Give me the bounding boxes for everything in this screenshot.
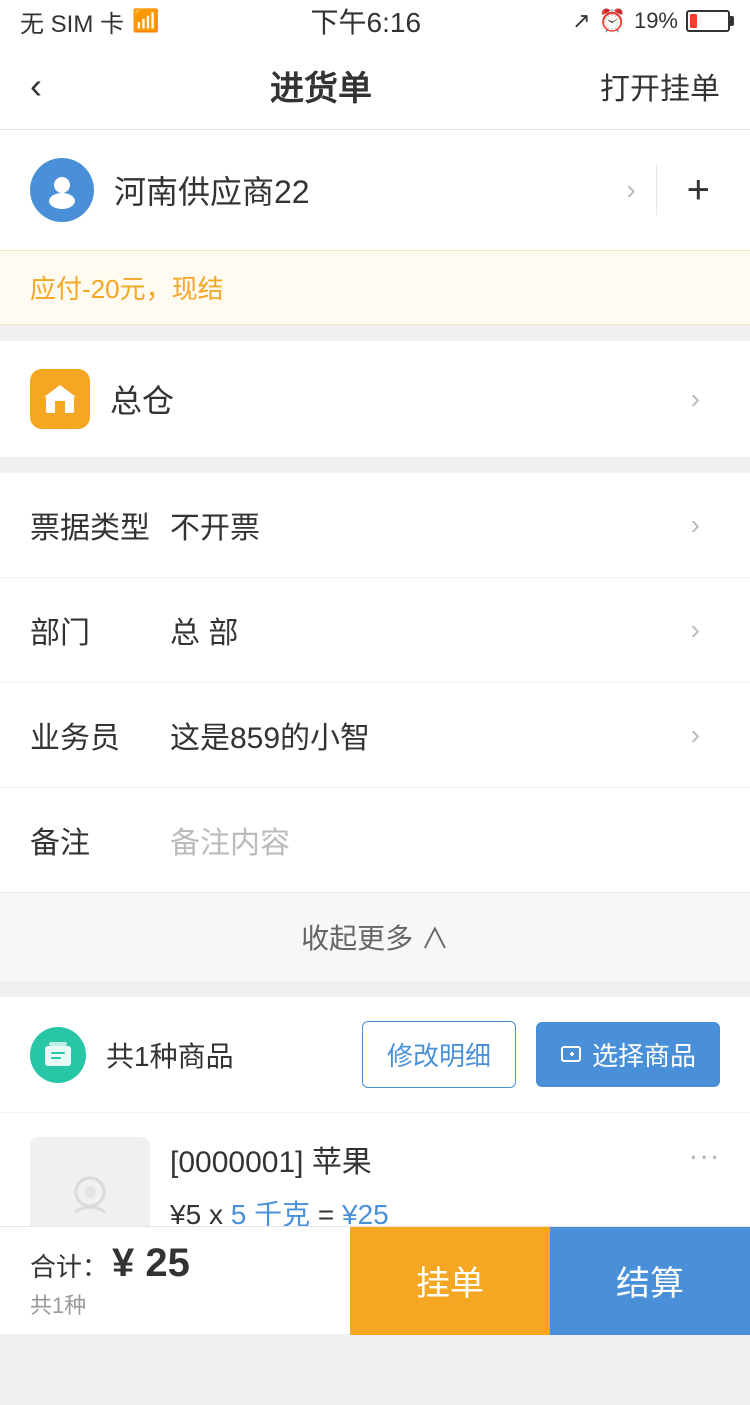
add-supplier-button[interactable]: + bbox=[677, 168, 720, 213]
product-more-button[interactable]: ··· bbox=[688, 1137, 720, 1174]
alarm-icon: ⏰ bbox=[599, 8, 626, 34]
hang-button[interactable]: 挂单 bbox=[350, 1227, 550, 1335]
remark-placeholder: 备注内容 bbox=[170, 818, 720, 862]
product-code: [0000001] bbox=[170, 1146, 303, 1179]
salesman-value: 这是859的小智 bbox=[170, 713, 691, 757]
carrier-label: 无 SIM 卡 bbox=[20, 4, 124, 39]
nav-bar: ‹ 进货单 打开挂单 bbox=[0, 42, 750, 130]
product-name: [0000001] 苹果 bbox=[170, 1137, 668, 1181]
time-label: 下午6:16 bbox=[311, 1, 422, 41]
edit-detail-button[interactable]: 修改明细 bbox=[362, 1021, 516, 1088]
status-bar: 无 SIM 卡 📶 下午6:16 ↗ ⏰ 19% bbox=[0, 0, 750, 42]
product-info: [0000001] 苹果 ¥5 x 5 千克 = ¥25 bbox=[170, 1137, 668, 1233]
collapse-button[interactable]: 收起更多 ∧ bbox=[0, 892, 750, 981]
invoice-label: 票据类型 bbox=[30, 503, 170, 547]
footer-total: 合计： ¥ 25 共1种 bbox=[0, 1241, 350, 1320]
remark-label: 备注 bbox=[30, 818, 170, 862]
products-count: 共1种商品 bbox=[106, 1035, 342, 1075]
checkout-button[interactable]: 结算 bbox=[550, 1227, 750, 1335]
invoice-row[interactable]: 票据类型 不开票 › bbox=[0, 473, 750, 578]
status-right: ↗ ⏰ 19% bbox=[572, 8, 730, 34]
form-section: 票据类型 不开票 › 部门 总 部 › 业务员 这是859的小智 › 备注 备注… bbox=[0, 473, 750, 981]
notice-bar: 应付-20元，现结 bbox=[0, 250, 750, 325]
total-amount: ¥ 25 bbox=[112, 1241, 190, 1286]
supplier-name: 河南供应商22 bbox=[114, 167, 626, 213]
warehouse-name: 总仓 bbox=[110, 376, 691, 422]
invoice-value: 不开票 bbox=[170, 503, 691, 547]
location-icon: ↗ bbox=[572, 8, 590, 34]
supplier-chevron-icon: › bbox=[626, 174, 635, 206]
select-product-button[interactable]: 选择商品 bbox=[536, 1022, 720, 1087]
battery-label: 19% bbox=[634, 8, 678, 34]
divider bbox=[656, 165, 657, 215]
product-title: 苹果 bbox=[312, 1146, 372, 1179]
products-header: 共1种商品 修改明细 选择商品 bbox=[0, 997, 750, 1112]
status-left: 无 SIM 卡 📶 bbox=[20, 4, 159, 39]
remark-row[interactable]: 备注 备注内容 bbox=[0, 788, 750, 892]
supplier-avatar bbox=[30, 158, 94, 222]
department-chevron-icon: › bbox=[691, 614, 700, 646]
invoice-chevron-icon: › bbox=[691, 509, 700, 541]
warehouse-section: 总仓 › bbox=[0, 341, 750, 457]
salesman-label: 业务员 bbox=[30, 713, 170, 757]
department-row[interactable]: 部门 总 部 › bbox=[0, 578, 750, 683]
supplier-row[interactable]: 河南供应商22 › + bbox=[0, 130, 750, 250]
select-product-label: 选择商品 bbox=[592, 1036, 696, 1073]
battery-icon bbox=[686, 10, 730, 32]
footer: 合计： ¥ 25 共1种 挂单 结算 bbox=[0, 1226, 750, 1334]
department-label: 部门 bbox=[30, 608, 170, 652]
supplier-section: 河南供应商22 › + 应付-20元，现结 bbox=[0, 130, 750, 325]
salesman-row[interactable]: 业务员 这是859的小智 › bbox=[0, 683, 750, 788]
products-icon bbox=[30, 1027, 86, 1083]
wifi-icon: 📶 bbox=[132, 8, 159, 34]
open-hang-button[interactable]: 打开挂单 bbox=[600, 64, 720, 108]
content: 河南供应商22 › + 应付-20元，现结 总仓 › 票据类型 不开票 › bbox=[0, 130, 750, 1405]
total-count: 共1种 bbox=[30, 1288, 320, 1320]
page-title: 进货单 bbox=[270, 61, 372, 110]
department-value: 总 部 bbox=[170, 608, 691, 652]
total-label: 合计： bbox=[30, 1247, 108, 1284]
warehouse-row[interactable]: 总仓 › bbox=[0, 341, 750, 457]
warehouse-icon bbox=[30, 369, 90, 429]
back-button[interactable]: ‹ bbox=[30, 65, 42, 107]
salesman-chevron-icon: › bbox=[691, 719, 700, 751]
warehouse-chevron-icon: › bbox=[691, 383, 700, 415]
